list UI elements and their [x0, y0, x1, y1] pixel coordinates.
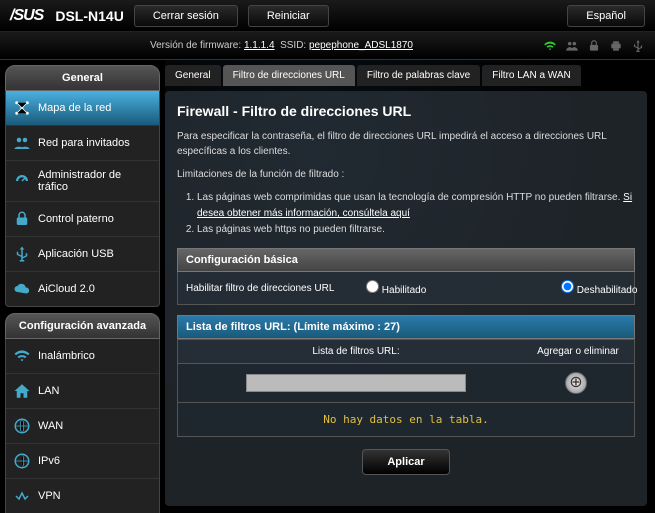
sidebar-label: Aplicación USB — [38, 248, 114, 260]
lock-icon[interactable] — [587, 39, 601, 53]
col-url-header: Lista de filtros URL: — [184, 346, 528, 357]
main-panel: Firewall - Filtro de direcciones URL Par… — [165, 91, 647, 506]
page-desc: Para especificar la contraseña, el filtr… — [177, 129, 635, 159]
sidebar-item-wireless[interactable]: Inalámbrico — [6, 339, 159, 374]
model-name: DSL-N14U — [55, 8, 123, 24]
sidebar-item-vpn[interactable]: VPN — [6, 479, 159, 513]
globe-icon — [12, 452, 32, 470]
apply-button[interactable]: Aplicar — [362, 449, 449, 475]
wifi-status-icon[interactable] — [543, 39, 557, 53]
sidebar-label: Inalámbrico — [38, 350, 95, 362]
users-icon[interactable] — [565, 39, 579, 53]
sidebar-item-usb-app[interactable]: Aplicación USB — [6, 237, 159, 272]
vpn-icon — [12, 487, 32, 505]
tab-keyword-filter[interactable]: Filtro de palabras clave — [357, 65, 480, 86]
sidebar-item-ipv6[interactable]: IPv6 — [6, 444, 159, 479]
firmware-version-link[interactable]: 1.1.1.4 — [244, 40, 275, 51]
sidebar-label: AiCloud 2.0 — [38, 283, 95, 295]
wifi-icon — [12, 347, 32, 365]
sidebar-item-aicloud[interactable]: AiCloud 2.0 — [6, 272, 159, 306]
sidebar-label: Mapa de la red — [38, 102, 111, 114]
lock-icon — [12, 210, 32, 228]
sidebar-label: VPN — [38, 490, 61, 502]
add-button[interactable]: ⊕ — [565, 372, 587, 394]
ssid-label: SSID: — [280, 40, 306, 51]
url-list-header: Lista de filtros URL: (Límite máximo : 2… — [177, 315, 635, 339]
page-title: Firewall - Filtro de direcciones URL — [177, 103, 635, 119]
guest-icon — [12, 134, 32, 152]
tab-bar: General Filtro de direcciones URL Filtro… — [165, 65, 647, 86]
radio-disabled[interactable]: Deshabilitado — [561, 280, 647, 296]
tab-lan-wan-filter[interactable]: Filtro LAN a WAN — [482, 65, 581, 86]
usb-icon[interactable] — [631, 39, 645, 53]
sidebar-item-network-map[interactable]: Mapa de la red — [6, 91, 159, 126]
sidebar-general-header: General — [5, 65, 160, 91]
radio-enabled[interactable]: Habilitado — [366, 280, 546, 296]
cloud-icon — [12, 280, 32, 298]
top-bar: /SUS DSL-N14U Cerrar sesión Reiniciar Es… — [0, 0, 655, 32]
sidebar-label: LAN — [38, 385, 59, 397]
sidebar-item-wan[interactable]: WAN — [6, 409, 159, 444]
language-select[interactable]: Español — [567, 5, 645, 27]
globe-icon — [12, 417, 32, 435]
radio-enabled-input[interactable] — [366, 280, 379, 293]
usb-icon — [12, 245, 32, 263]
limit-item-2: Las páginas web https no pueden filtrars… — [197, 222, 635, 238]
sidebar-label: WAN — [38, 420, 63, 432]
tab-url-filter[interactable]: Filtro de direcciones URL — [223, 65, 355, 86]
basic-config-header: Configuración básica — [177, 248, 635, 272]
printer-icon[interactable] — [609, 39, 623, 53]
reboot-button[interactable]: Reiniciar — [248, 5, 329, 27]
gauge-icon — [12, 172, 32, 190]
sidebar-label: Administrador de tráfico — [38, 169, 153, 193]
home-icon — [12, 382, 32, 400]
logout-button[interactable]: Cerrar sesión — [134, 5, 238, 27]
sidebar-item-guest-network[interactable]: Red para invitados — [6, 126, 159, 161]
limit-item-1: Las páginas web comprimidas que usan la … — [197, 190, 635, 222]
sidebar: General Mapa de la red Red para invitado… — [0, 60, 165, 513]
tab-general[interactable]: General — [165, 65, 221, 86]
sidebar-advanced-header: Configuración avanzada — [5, 313, 160, 339]
radio-disabled-input[interactable] — [561, 280, 574, 293]
enable-filter-label: Habilitar filtro de direcciones URL — [186, 283, 366, 294]
info-bar: Versión de firmware: 1.1.1.4 SSID: pepep… — [0, 32, 655, 60]
brand-logo: /SUS — [10, 7, 43, 25]
network-map-icon — [12, 99, 32, 117]
firmware-label: Versión de firmware: — [150, 40, 241, 51]
url-input[interactable] — [246, 374, 466, 392]
sidebar-item-lan[interactable]: LAN — [6, 374, 159, 409]
limits-title: Limitaciones de la función de filtrado : — [177, 167, 635, 182]
sidebar-item-traffic-manager[interactable]: Administrador de tráfico — [6, 161, 159, 202]
sidebar-item-parental-control[interactable]: Control paterno — [6, 202, 159, 237]
sidebar-label: IPv6 — [38, 455, 60, 467]
col-action-header: Agregar o eliminar — [528, 346, 628, 357]
sidebar-label: Red para invitados — [38, 137, 130, 149]
sidebar-label: Control paterno — [38, 213, 114, 225]
no-data-message: No hay datos en la tabla. — [177, 403, 635, 437]
ssid-link[interactable]: pepephone_ADSL1870 — [309, 40, 413, 51]
